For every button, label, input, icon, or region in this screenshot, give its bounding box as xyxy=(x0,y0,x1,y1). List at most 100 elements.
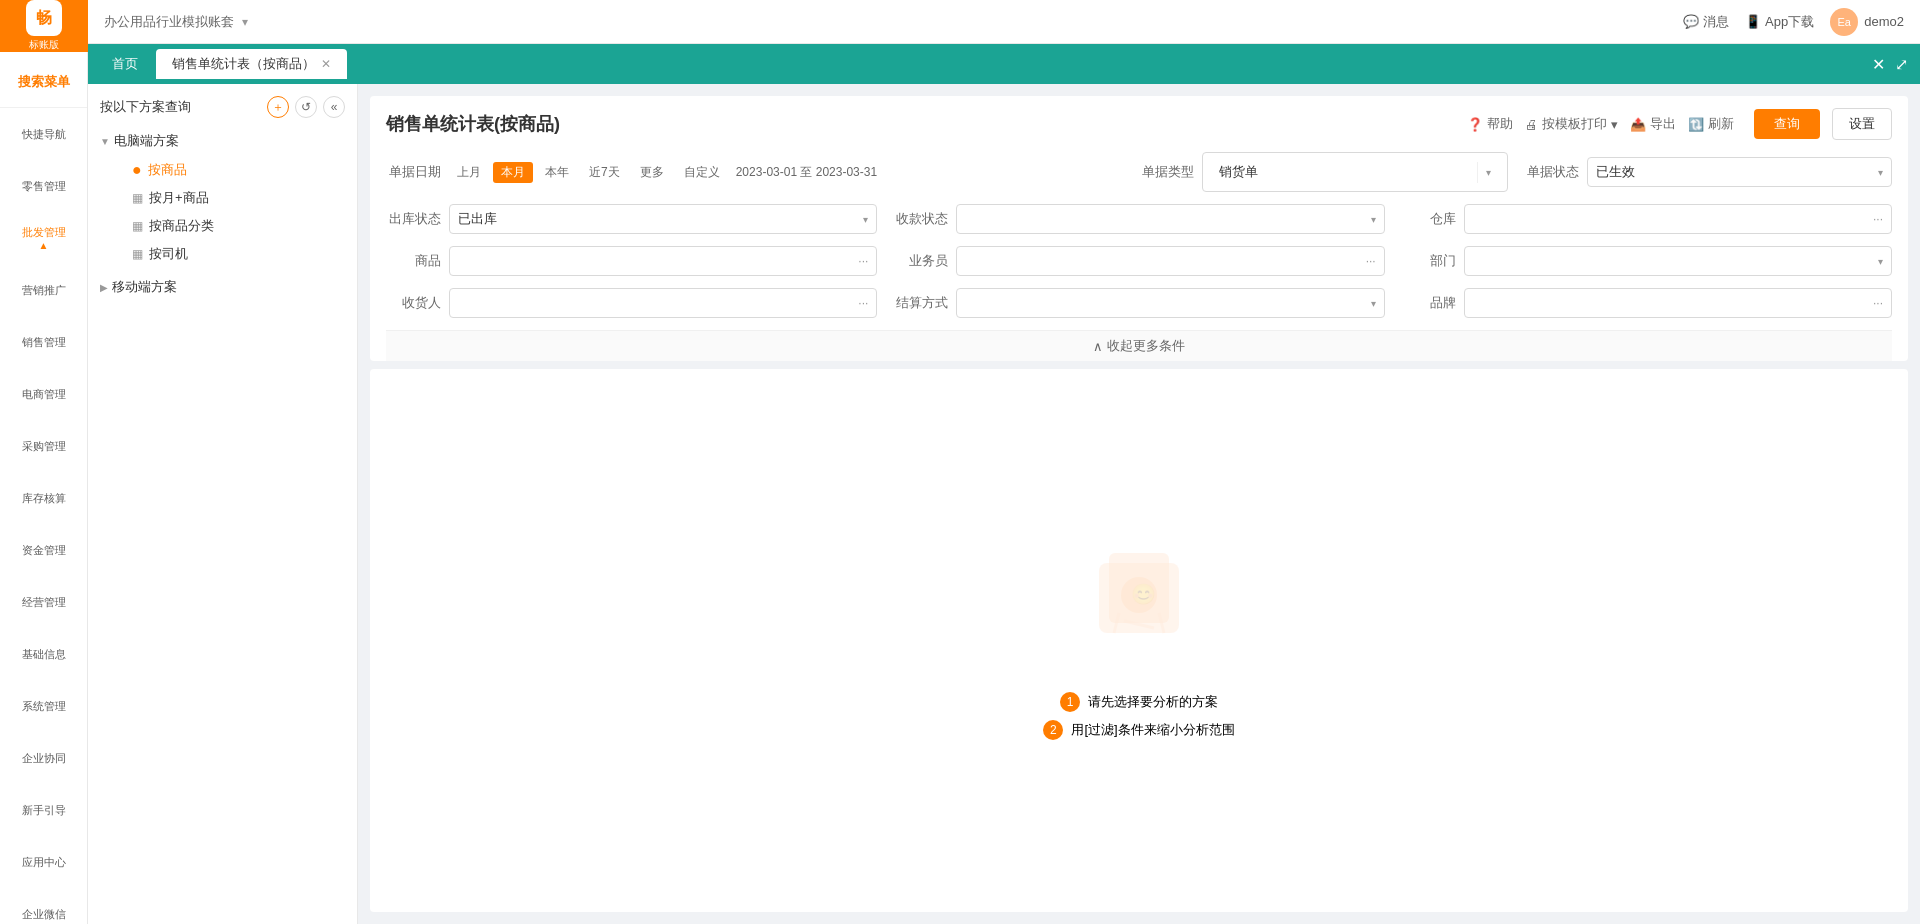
refresh-button[interactable]: 🔃 刷新 xyxy=(1688,115,1734,133)
sidebar-item-sales[interactable]: 销售管理 xyxy=(0,316,87,368)
salesperson-control[interactable]: ··· xyxy=(956,246,1384,276)
date-this-year[interactable]: 本年 xyxy=(537,162,577,183)
tab-sales-stats[interactable]: 销售单统计表（按商品） ✕ xyxy=(156,49,347,79)
tree-item-by-cashier[interactable]: ▦ 按司机 xyxy=(104,240,357,268)
settings-button[interactable]: 设置 xyxy=(1832,108,1892,140)
department-control[interactable]: ▾ xyxy=(1464,246,1892,276)
tab-maximize-button[interactable]: ⤢ xyxy=(1891,51,1912,78)
export-button[interactable]: 📤 导出 xyxy=(1630,115,1676,133)
retail-label: 零售管理 xyxy=(22,179,66,194)
filter-area: 单据日期 上月 本月 本年 近7天 更多 自定义 2023-03-01 至 20… xyxy=(386,152,1892,361)
payment-status-control[interactable]: ▾ xyxy=(956,204,1384,234)
logo-icon: 畅 xyxy=(26,0,62,36)
sidebar-item-basic[interactable]: 基础信息 xyxy=(0,628,87,680)
app-download-button[interactable]: 📱 App下载 xyxy=(1745,13,1814,31)
date-custom[interactable]: 自定义 xyxy=(676,162,728,183)
filter-recipient: 收货人 ··· xyxy=(386,288,877,318)
product-control[interactable]: ··· xyxy=(449,246,877,276)
export-label: 导出 xyxy=(1650,115,1676,133)
tree-desktop-children: ● 按商品 ▦ 按月+商品 ▦ 按商品分类 ▦ 按司机 xyxy=(88,156,357,268)
sidebar-item-purchase[interactable]: 采购管理 xyxy=(0,420,87,472)
tree-item-by-month-product[interactable]: ▦ 按月+商品 xyxy=(104,184,357,212)
sidebar-item-enterprise[interactable]: 企业协同 xyxy=(0,732,87,784)
sidebar-item-system[interactable]: 系统管理 xyxy=(0,680,87,732)
tree-desktop-section[interactable]: ▼ 电脑端方案 xyxy=(88,126,357,156)
refresh-scheme-button[interactable]: ↺ xyxy=(295,96,317,118)
filter-doc-type: 单据类型 销货单 ▾ xyxy=(1139,152,1508,192)
by-product-label: 按商品 xyxy=(148,161,187,179)
empty-step-1: 1 请先选择要分析的方案 xyxy=(1060,692,1218,712)
warehouse-status-control[interactable]: 已出库 ▾ xyxy=(449,204,877,234)
by-month-product-label: 按月+商品 xyxy=(149,189,209,207)
empty-step-2: 2 用[过滤]条件来缩小分析范围 xyxy=(1043,720,1234,740)
by-cashier-icon: ▦ xyxy=(132,247,143,261)
sidebar-item-search[interactable]: 搜索菜单 xyxy=(0,56,87,108)
brand-control[interactable]: ··· xyxy=(1464,288,1892,318)
doc-status-control[interactable]: 已生效 ▾ xyxy=(1587,157,1893,187)
sidebar-item-operations[interactable]: 经营管理 xyxy=(0,576,87,628)
sidebar-item-wholesale[interactable]: 批发管理 ▲ xyxy=(0,212,87,264)
collapse-bar[interactable]: ∧ 收起更多条件 xyxy=(386,330,1892,361)
doc-type-arrow[interactable]: ▾ xyxy=(1477,162,1499,183)
tab-sales-stats-label: 销售单统计表（按商品） xyxy=(172,55,315,73)
add-scheme-button[interactable]: ＋ xyxy=(267,96,289,118)
payment-status-label: 收款状态 xyxy=(893,210,948,228)
sidebar-item-ecommerce[interactable]: 电商管理 xyxy=(0,368,87,420)
tab-close-icon[interactable]: ✕ xyxy=(321,57,331,71)
tree-item-by-category[interactable]: ▦ 按商品分类 xyxy=(104,212,357,240)
user-profile-button[interactable]: Ea demo2 xyxy=(1830,8,1904,36)
desktop-section-label: 电脑端方案 xyxy=(114,132,179,150)
breadcrumb-dropdown-icon[interactable]: ▾ xyxy=(242,15,248,29)
filter-row-2: 出库状态 已出库 ▾ 收款状态 ▾ xyxy=(386,204,1892,234)
recipient-control[interactable]: ··· xyxy=(449,288,877,318)
tab-home-label: 首页 xyxy=(112,55,138,73)
sidebar-logo: 畅 标账版 xyxy=(0,0,88,52)
collapse-panel-button[interactable]: « xyxy=(323,96,345,118)
date-7days[interactable]: 近7天 xyxy=(581,162,628,183)
sidebar-item-marketing[interactable]: 营销推广 xyxy=(0,264,87,316)
sidebar-item-retail[interactable]: 零售管理 xyxy=(0,160,87,212)
sidebar-item-apps[interactable]: 应用中心 xyxy=(0,836,87,888)
tab-home[interactable]: 首页 xyxy=(96,49,154,79)
doc-type-label: 单据类型 xyxy=(1139,163,1194,181)
step-2-text: 用[过滤]条件来缩小分析范围 xyxy=(1071,721,1234,739)
query-button[interactable]: 查询 xyxy=(1754,109,1820,139)
filter-warehouse-status: 出库状态 已出库 ▾ xyxy=(386,204,877,234)
warehouse-label: 仓库 xyxy=(1401,210,1456,228)
sidebar-item-quicknav[interactable]: 快捷导航 xyxy=(0,108,87,160)
empty-illustration: 😊 xyxy=(1079,533,1199,672)
sidebar-item-inventory[interactable]: 库存核算 xyxy=(0,472,87,524)
sidebar-item-finance[interactable]: 资金管理 xyxy=(0,524,87,576)
search-menu-label: 搜索菜单 xyxy=(18,73,70,91)
date-this-month[interactable]: 本月 xyxy=(493,162,533,183)
sidebar-item-newbie[interactable]: 新手引导 xyxy=(0,784,87,836)
filter-warehouse: 仓库 ··· xyxy=(1401,204,1892,234)
tree-mobile-section[interactable]: ▶ 移动端方案 xyxy=(88,272,357,302)
print-button[interactable]: 🖨 按模板打印 ▾ xyxy=(1525,115,1618,133)
filter-brand: 品牌 ··· xyxy=(1401,288,1892,318)
step-1-num: 1 xyxy=(1060,692,1080,712)
help-button[interactable]: ❓ 帮助 xyxy=(1467,115,1513,133)
sidebar-item-wechat[interactable]: 企业微信 xyxy=(0,888,87,924)
doc-type-control[interactable]: 销货单 ▾ xyxy=(1202,152,1508,192)
warehouse-control[interactable]: ··· xyxy=(1464,204,1892,234)
finance-label: 资金管理 xyxy=(22,543,66,558)
settlement-control[interactable]: ▾ xyxy=(956,288,1384,318)
recipient-dots: ··· xyxy=(858,296,868,310)
date-last-month[interactable]: 上月 xyxy=(449,162,489,183)
tree-item-by-product[interactable]: ● 按商品 xyxy=(104,156,357,184)
tab-close-button[interactable]: ✕ xyxy=(1868,51,1889,78)
left-panel-actions: ＋ ↺ « xyxy=(267,96,345,118)
right-panel: 销售单统计表(按商品) ❓ 帮助 🖨 按模板打印 ▾ 📤 xyxy=(358,84,1920,924)
quicknav-label: 快捷导航 xyxy=(22,127,66,142)
purchase-label: 采购管理 xyxy=(22,439,66,454)
wechat-label: 企业微信 xyxy=(22,907,66,922)
collapse-icon: ∧ xyxy=(1093,339,1103,354)
message-button[interactable]: 💬 消息 xyxy=(1683,13,1729,31)
product-label: 商品 xyxy=(386,252,441,270)
filter-product: 商品 ··· xyxy=(386,246,877,276)
by-product-dot-icon: ● xyxy=(132,161,142,179)
mobile-section-label: 移动端方案 xyxy=(112,278,177,296)
date-more[interactable]: 更多 xyxy=(632,162,672,183)
brand-label: 品牌 xyxy=(1401,294,1456,312)
